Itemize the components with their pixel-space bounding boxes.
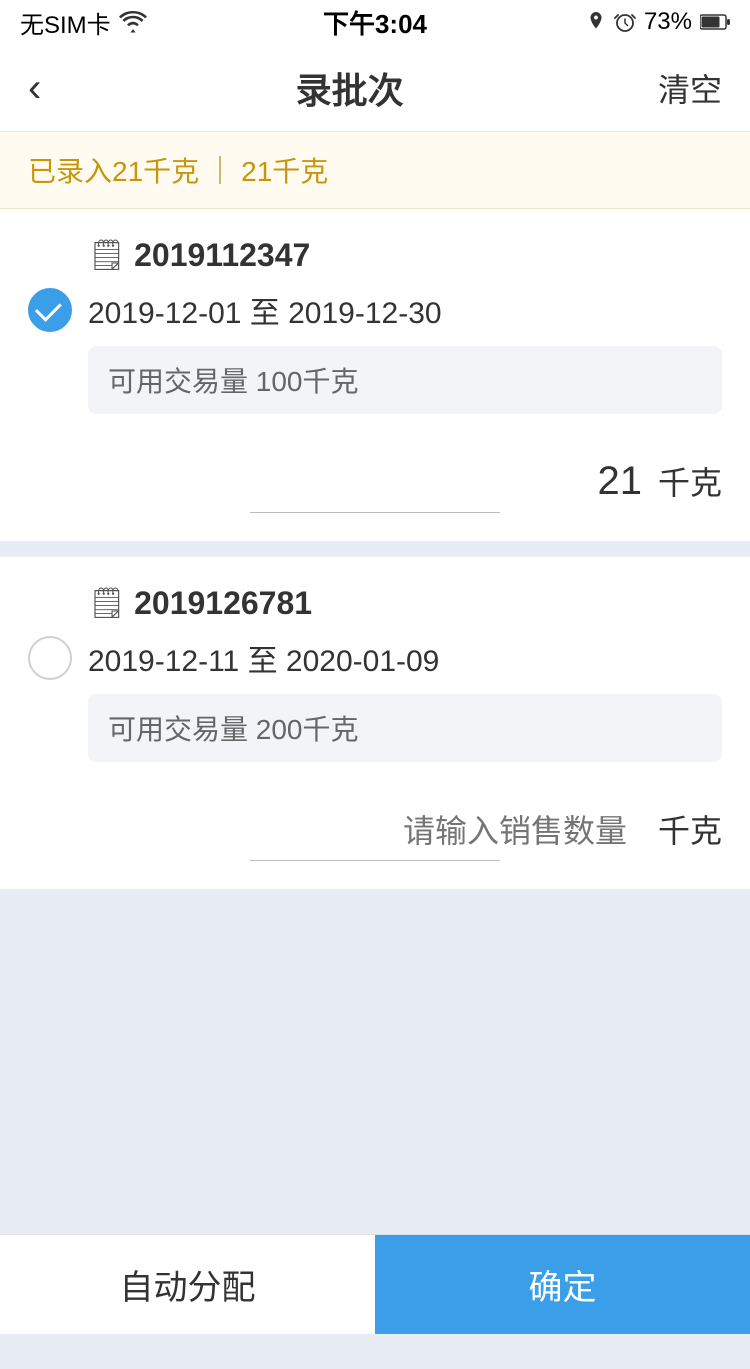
status-left: 无SIM卡 <box>20 5 147 40</box>
page-title: 录批次 <box>296 62 404 114</box>
batch-doc-icon-1: 🗒 <box>88 238 126 273</box>
amount-underline-container-1 <box>0 504 750 541</box>
carrier-text: 无SIM卡 <box>20 5 111 40</box>
clear-button[interactable]: 清空 <box>658 65 722 111</box>
batch-detail-1: 🗒 2019112347 2019-12-01 至 2019-12-30 可用交… <box>0 209 750 442</box>
batch-date-row-1[interactable]: 2019-12-01 至 2019-12-30 <box>28 288 722 332</box>
auto-distribute-label: 自动分配 <box>120 1260 256 1309</box>
alarm-icon <box>614 11 636 33</box>
batch-radio-1[interactable] <box>28 288 72 332</box>
batch-date-2: 2019-12-11 至 2020-01-09 <box>88 636 439 680</box>
info-value: 21千克 <box>241 150 328 190</box>
amount-unit-1: 千克 <box>658 458 722 504</box>
info-divider <box>219 156 221 184</box>
batch-date-row-2[interactable]: 2019-12-11 至 2020-01-09 <box>28 636 722 680</box>
auto-distribute-button[interactable]: 自动分配 <box>0 1235 375 1334</box>
batch-date-1: 2019-12-01 至 2019-12-30 <box>88 288 442 332</box>
quantity-input-2[interactable] <box>322 813 642 850</box>
status-right: 73% <box>586 8 730 36</box>
batch-item-2: 🗒 2019126781 2019-12-11 至 2020-01-09 可用交… <box>0 557 750 889</box>
amount-row-1: 21 千克 <box>0 442 750 504</box>
input-unit-2: 千克 <box>658 806 722 852</box>
batch-doc-icon-2: 🗒 <box>88 586 126 621</box>
input-row-2[interactable]: 千克 <box>0 790 750 852</box>
batch-id-1: 2019112347 <box>134 237 310 274</box>
back-button[interactable]: ‹ <box>28 68 41 108</box>
batch-quantity-text-1: 可用交易量 100千克 <box>108 366 359 397</box>
confirm-button[interactable]: 确定 <box>375 1235 750 1334</box>
input-underline-container-2 <box>0 852 750 889</box>
battery-text: 73% <box>644 8 692 36</box>
batch-quantity-bar-2: 可用交易量 200千克 <box>88 694 722 762</box>
wifi-icon <box>119 11 147 33</box>
batch-header-1: 🗒 2019112347 <box>28 237 722 274</box>
batch-id-2: 2019126781 <box>134 585 312 622</box>
location-icon <box>586 11 606 33</box>
batch-item-1: 🗒 2019112347 2019-12-01 至 2019-12-30 可用交… <box>0 209 750 541</box>
info-label: 已录入21千克 <box>28 150 199 190</box>
nav-bar: ‹ 录批次 清空 <box>0 44 750 132</box>
amount-value-1: 21 <box>597 459 642 504</box>
info-bar: 已录入21千克 21千克 <box>0 132 750 209</box>
time-display: 下午3:04 <box>323 4 427 41</box>
section-separator <box>0 541 750 557</box>
batch-detail-2: 🗒 2019126781 2019-12-11 至 2020-01-09 可用交… <box>0 557 750 790</box>
status-bar: 无SIM卡 下午3:04 73% <box>0 0 750 44</box>
batch-quantity-bar-1: 可用交易量 100千克 <box>88 346 722 414</box>
batch-radio-2[interactable] <box>28 636 72 680</box>
bottom-buttons: 自动分配 确定 <box>0 1234 750 1334</box>
amount-underline-1 <box>250 512 500 513</box>
confirm-label: 确定 <box>529 1260 597 1309</box>
batch-quantity-text-2: 可用交易量 200千克 <box>108 714 359 745</box>
batch-header-2: 🗒 2019126781 <box>28 585 722 622</box>
battery-icon <box>700 13 730 31</box>
input-underline-2 <box>250 860 500 861</box>
